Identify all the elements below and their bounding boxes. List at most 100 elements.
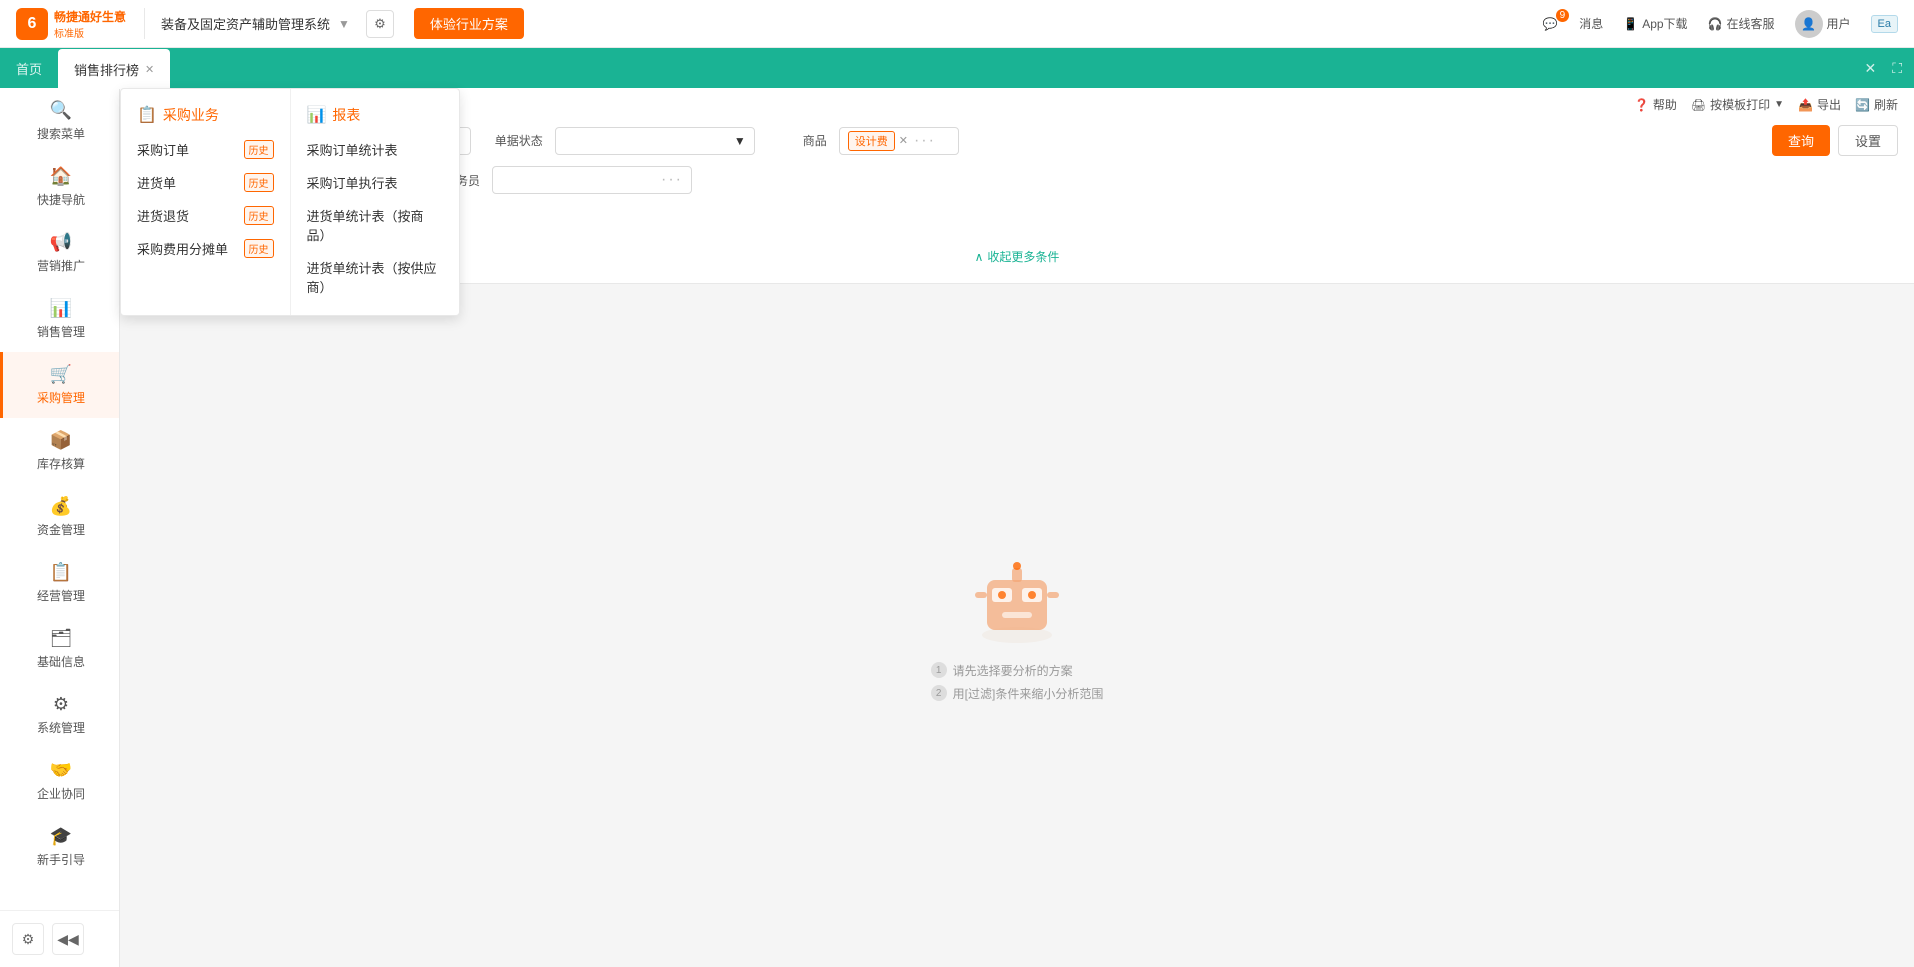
sidebar-item-enterprise[interactable]: 🤝 企业协同 xyxy=(0,748,119,814)
ea-badge: Ea xyxy=(1871,15,1898,33)
history-badge-4: 历史 xyxy=(244,239,274,258)
guide-icon: 🎓 xyxy=(50,826,72,847)
dropdown-item-return[interactable]: 进货退货 历史 xyxy=(121,199,290,232)
search-icon: 🔍 xyxy=(50,100,72,121)
header-right: 💬 9 消息 📱 App下载 🎧 在线客服 👤 用户 Ea xyxy=(1543,10,1898,38)
gear-button[interactable]: ⚙ xyxy=(366,10,394,38)
print-action[interactable]: 🖨 按模板打印 ▼ xyxy=(1691,96,1784,113)
dropdown-item-order-stats[interactable]: 采购订单统计表 xyxy=(291,133,460,166)
tab-bar: 首页 销售排行榜 ✕ ✕ ⛶ xyxy=(0,48,1914,88)
tab-home[interactable]: 首页 xyxy=(0,48,58,88)
empty-hints: 1 请先选择要分析的方案 2 用[过滤]条件来缩小分析范围 xyxy=(931,662,1104,702)
goods-tag-close[interactable]: ✕ xyxy=(899,134,908,147)
empty-step-2: 2 用[过滤]条件来缩小分析范围 xyxy=(931,685,1104,702)
money-icon: 💰 xyxy=(50,496,72,517)
avatar: 👤 xyxy=(1795,10,1823,38)
system-title: 装备及固定资产辅助管理系统 xyxy=(161,14,330,33)
online-service-action[interactable]: 🎧 在线客服 xyxy=(1708,15,1775,32)
staff-dots[interactable]: ··· xyxy=(661,171,683,189)
set-button[interactable]: 设置 xyxy=(1838,125,1898,156)
sidebar-item-system[interactable]: ⚙ 系统管理 xyxy=(0,682,119,748)
export-action[interactable]: 📤 导出 xyxy=(1798,96,1841,113)
app-download-action[interactable]: 📱 App下载 xyxy=(1623,15,1687,32)
empty-illustration xyxy=(957,550,1077,650)
clipboard-icon: 📋 xyxy=(50,562,72,583)
dropdown-col-purchase-header: 📋 采购业务 xyxy=(121,101,290,133)
sidebar-item-newguide[interactable]: 🎓 新手引导 xyxy=(0,814,119,880)
box-icon: 📦 xyxy=(50,430,72,451)
print-arrow-icon: ▼ xyxy=(1774,99,1784,110)
sidebar-item-inventory[interactable]: 📦 库存核算 xyxy=(0,418,119,484)
refresh-icon: 🔄 xyxy=(1855,98,1870,112)
sidebar-item-search[interactable]: 🔍 搜索菜单 xyxy=(0,88,119,154)
export-icon: 📤 xyxy=(1798,98,1813,112)
report-header-icon: 📊 xyxy=(307,105,327,125)
user-action[interactable]: 👤 用户 xyxy=(1795,10,1851,38)
goods-label: 商品 xyxy=(767,132,827,149)
maximize-tab-icon[interactable]: ⛶ xyxy=(1888,56,1906,81)
headset-icon: 🎧 xyxy=(1708,17,1723,31)
dropdown-item-inbound-by-supplier[interactable]: 进货单统计表（按供应商） xyxy=(291,251,460,303)
history-badge-1: 历史 xyxy=(244,140,274,159)
folder-icon: 🗂 xyxy=(50,628,73,649)
status-label: 单据状态 xyxy=(483,132,543,149)
settings-bottom-icon[interactable]: ⚙ xyxy=(12,923,44,955)
handshake-icon: 🤝 xyxy=(50,760,72,781)
system-dropdown-arrow[interactable]: ▼ xyxy=(338,17,350,31)
refresh-action[interactable]: 🔄 刷新 xyxy=(1855,96,1898,113)
industry-button[interactable]: 体验行业方案 xyxy=(414,8,524,39)
query-button[interactable]: 查询 xyxy=(1772,125,1830,156)
dropdown-item-order-exec[interactable]: 采购订单执行表 xyxy=(291,166,460,199)
staff-select[interactable]: ··· xyxy=(492,166,692,194)
logo-text: 畅捷通好生意 标准版 xyxy=(54,8,126,40)
collapse-icon[interactable]: ◀◀ xyxy=(52,923,84,955)
dropdown-item-inbound[interactable]: 进货单 历史 xyxy=(121,166,290,199)
dropdown-item-purchase-order[interactable]: 采购订单 历史 xyxy=(121,133,290,166)
print-icon: 🖨 xyxy=(1691,98,1706,112)
goods-tag: 设计费 xyxy=(848,131,895,151)
sidebar-item-finance[interactable]: 💰 资金管理 xyxy=(0,484,119,550)
close-tab-icon[interactable]: ✕ xyxy=(1860,56,1880,81)
goods-dots[interactable]: ··· xyxy=(914,132,936,150)
history-badge-3: 历史 xyxy=(244,206,274,225)
cart-icon: 🛒 xyxy=(50,364,72,385)
home-icon: 🏠 xyxy=(50,166,72,187)
phone-icon: 📱 xyxy=(1623,17,1638,31)
status-select[interactable]: ▼ xyxy=(555,127,755,155)
logo-icon: 6 xyxy=(16,8,48,40)
action-buttons: 查询 设置 xyxy=(1772,125,1898,156)
megaphone-icon: 📢 xyxy=(50,232,72,253)
help-icon: ❓ xyxy=(1634,98,1649,112)
collapse-arrow-icon: ∧ xyxy=(975,250,984,264)
tab-bar-right: ✕ ⛶ xyxy=(1860,56,1914,81)
help-action[interactable]: ❓ 帮助 xyxy=(1634,96,1677,113)
sidebar: 🔍 搜索菜单 🏠 快捷导航 📢 营销推广 📊 销售管理 🛒 采购管理 📦 库存核… xyxy=(0,88,120,967)
purchase-header-icon: 📋 xyxy=(137,105,157,125)
sidebar-item-marketing[interactable]: 📢 营销推广 xyxy=(0,220,119,286)
tab-close-icon[interactable]: ✕ xyxy=(145,63,154,76)
sidebar-item-basic[interactable]: 🗂 基础信息 xyxy=(0,616,119,682)
dropdown-col-report: 📊 报表 采购订单统计表 采购订单执行表 进货单统计表（按商品） 进货单统计表（… xyxy=(291,89,460,315)
sidebar-bottom: ⚙ ◀◀ xyxy=(0,910,119,967)
settings-icon: ⚙ xyxy=(53,694,69,715)
empty-state: 1 请先选择要分析的方案 2 用[过滤]条件来缩小分析范围 xyxy=(120,284,1914,967)
sidebar-item-operations[interactable]: 📋 经营管理 xyxy=(0,550,119,616)
sidebar-item-sales[interactable]: 📊 销售管理 xyxy=(0,286,119,352)
status-select-arrow: ▼ xyxy=(734,134,746,148)
top-header: 6 畅捷通好生意 标准版 装备及固定资产辅助管理系统 ▼ ⚙ 体验行业方案 💬 … xyxy=(0,0,1914,48)
sidebar-item-purchase[interactable]: 🛒 采购管理 xyxy=(0,352,119,418)
logo-area: 6 畅捷通好生意 标准版 xyxy=(16,8,136,40)
empty-step-1: 1 请先选择要分析的方案 xyxy=(931,662,1104,679)
dropdown-col-purchase: 📋 采购业务 采购订单 历史 进货单 历史 进货退货 历史 采购费用分摊单 历史 xyxy=(121,89,291,315)
dropdown-menu: 📋 采购业务 采购订单 历史 进货单 历史 进货退货 历史 采购费用分摊单 历史… xyxy=(120,88,460,316)
dropdown-item-inbound-by-goods[interactable]: 进货单统计表（按商品） xyxy=(291,199,460,251)
message-action[interactable]: 💬 9 消息 xyxy=(1543,15,1604,32)
sidebar-item-quicknav[interactable]: 🏠 快捷导航 xyxy=(0,154,119,220)
dropdown-item-expense[interactable]: 采购费用分摊单 历史 xyxy=(121,232,290,265)
tab-sales-ranking[interactable]: 销售排行榜 ✕ xyxy=(58,49,170,89)
system-title-area: 装备及固定资产辅助管理系统 ▼ ⚙ 体验行业方案 xyxy=(144,8,524,39)
goods-input-area[interactable]: 设计费 ✕ ··· xyxy=(839,127,959,155)
message-icon: 💬 xyxy=(1543,17,1558,31)
dropdown-col-report-header: 📊 报表 xyxy=(291,101,460,133)
chart-icon: 📊 xyxy=(50,298,72,319)
